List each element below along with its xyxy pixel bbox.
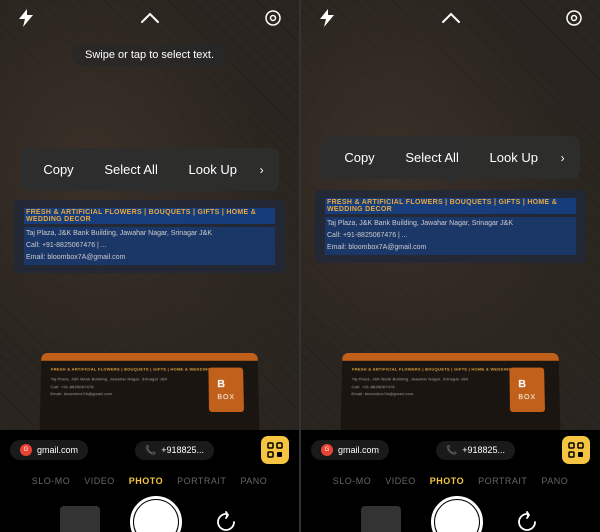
shutter-button-left[interactable] — [130, 496, 182, 532]
shutter-button-right[interactable] — [431, 496, 483, 532]
right-panel: Copy Select All Look Up › FRESH & ARTIFI… — [300, 0, 600, 532]
shutter-inner-right — [435, 500, 479, 532]
gmail-label-right: gmail.com — [338, 445, 379, 455]
gmail-icon-right: G — [321, 444, 333, 456]
thumbnail-left[interactable] — [60, 506, 100, 532]
camera-modes-right: SLO-MO VIDEO PHOTO PORTRAIT PANO — [301, 466, 600, 492]
mode-photo-left[interactable]: PHOTO — [129, 476, 163, 486]
phone-icon-left: 📞 — [145, 445, 156, 456]
scan-badge-left[interactable] — [261, 436, 289, 464]
card-logo-right: BBOX — [509, 368, 545, 412]
card-stripe-top-right — [342, 353, 559, 361]
popup-arrow-right — [445, 179, 457, 185]
highlight-line1-left: FRESH & ARTIFICIAL FLOWERS | BOUQUETS | … — [24, 208, 275, 224]
camera-controls-left — [0, 492, 299, 532]
rotate-button-right[interactable] — [513, 508, 541, 532]
highlight-line2-left: Taj Plaza, J&K Bank Building, Jawahar Na… — [24, 227, 275, 265]
text-popup-left: Copy Select All Look Up › — [20, 148, 279, 191]
settings-icon-left[interactable] — [261, 6, 285, 30]
copy-button-left[interactable]: Copy — [35, 158, 81, 181]
card-logo-left: BBOX — [208, 368, 244, 412]
shutter-inner-left — [134, 500, 178, 532]
mode-portrait-right[interactable]: PORTRAIT — [478, 476, 527, 486]
text-popup-right: Copy Select All Look Up › — [321, 136, 580, 179]
chevron-up-icon-left[interactable] — [138, 6, 162, 30]
flash-icon-right[interactable] — [315, 6, 339, 30]
swipe-hint-left: Swipe or tap to select text. — [71, 44, 228, 66]
text-highlight-left: FRESH & ARTIFICIAL FLOWERS | BOUQUETS | … — [14, 200, 285, 273]
select-all-button-left[interactable]: Select All — [96, 158, 165, 181]
thumbnail-right[interactable] — [361, 506, 401, 532]
mode-pano-left[interactable]: PANO — [240, 476, 267, 486]
mode-slomo-right[interactable]: SLO-MO — [333, 476, 372, 486]
text-highlight-right: FRESH & ARTIFICIAL FLOWERS | BOUQUETS | … — [315, 190, 586, 263]
highlight-line1-right: FRESH & ARTIFICIAL FLOWERS | BOUQUETS | … — [325, 198, 576, 214]
camera-modes-left: SLO-MO VIDEO PHOTO PORTRAIT PANO — [0, 466, 299, 492]
bottom-bar-right: G gmail.com 📞 +918825... SLO-MO VIDEO PH… — [301, 430, 600, 532]
more-options-icon-left[interactable]: › — [260, 163, 264, 177]
quick-actions-right: G gmail.com 📞 +918825... — [301, 430, 600, 466]
top-bar-right — [301, 0, 600, 36]
mode-pano-right[interactable]: PANO — [541, 476, 568, 486]
camera-controls-right — [301, 492, 600, 532]
gmail-badge-right[interactable]: G gmail.com — [311, 440, 389, 460]
mode-slomo-left[interactable]: SLO-MO — [32, 476, 71, 486]
highlight-line2-right: Taj Plaza, J&K Bank Building, Jawahar Na… — [325, 217, 576, 255]
look-up-button-right[interactable]: Look Up — [482, 146, 546, 169]
gmail-badge-left[interactable]: G gmail.com — [10, 440, 88, 460]
phone-label-left: +918825... — [161, 445, 204, 455]
look-up-button-left[interactable]: Look Up — [181, 158, 245, 181]
phone-label-right: +918825... — [462, 445, 505, 455]
flash-icon-left[interactable] — [14, 6, 38, 30]
gmail-icon-left: G — [20, 444, 32, 456]
card-stripe-top-left — [41, 353, 258, 361]
gmail-label-left: gmail.com — [37, 445, 78, 455]
copy-button-right[interactable]: Copy — [336, 146, 382, 169]
phone-badge-left[interactable]: 📞 +918825... — [135, 441, 214, 460]
mode-video-right[interactable]: VIDEO — [385, 476, 416, 486]
more-options-icon-right[interactable]: › — [561, 151, 565, 165]
bottom-bar-left: G gmail.com 📞 +918825... SLO-MO VIDEO PH… — [0, 430, 299, 532]
quick-actions-left: G gmail.com 📞 +918825... — [0, 430, 299, 466]
settings-icon-right[interactable] — [562, 6, 586, 30]
left-panel: Swipe or tap to select text. Copy Select… — [0, 0, 300, 532]
chevron-up-icon-right[interactable] — [439, 6, 463, 30]
phone-icon-right: 📞 — [446, 445, 457, 456]
mode-video-left[interactable]: VIDEO — [84, 476, 115, 486]
phone-badge-right[interactable]: 📞 +918825... — [436, 441, 515, 460]
mode-photo-right[interactable]: PHOTO — [430, 476, 464, 486]
select-all-button-right[interactable]: Select All — [397, 146, 466, 169]
popup-arrow-left — [144, 191, 156, 197]
mode-portrait-left[interactable]: PORTRAIT — [177, 476, 226, 486]
scan-badge-right[interactable] — [562, 436, 590, 464]
rotate-button-left[interactable] — [212, 508, 240, 532]
top-bar-left — [0, 0, 299, 36]
